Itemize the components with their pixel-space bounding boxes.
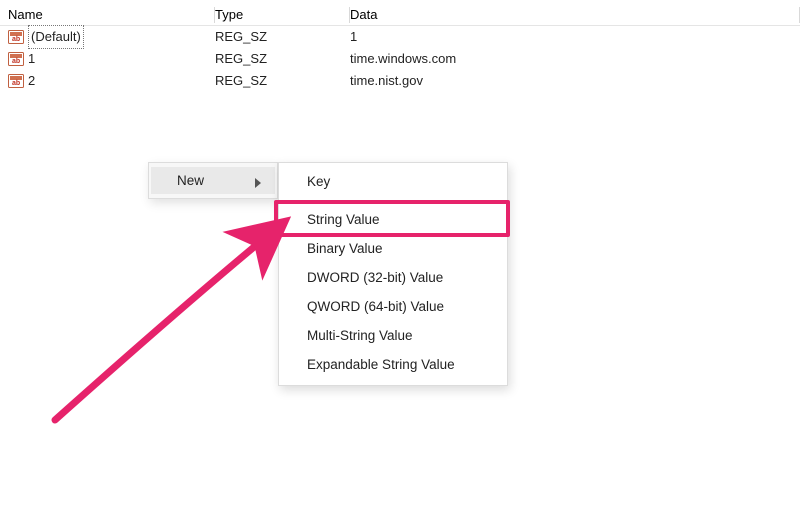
registry-value-name: 1 [28, 48, 35, 70]
submenu-item-multi-string-value[interactable]: Multi-String Value [279, 321, 507, 350]
context-menu-item-label: New [177, 173, 204, 188]
svg-text:ab: ab [12, 36, 20, 43]
registry-values-pane[interactable]: Name Type Data ab (Default)REG_SZ1 ab 1R… [0, 0, 800, 507]
registry-value-data: time.nist.gov [350, 70, 800, 92]
menu-separator [285, 200, 501, 201]
submenu-item-string-value[interactable]: String Value [279, 205, 507, 234]
registry-value-row[interactable]: ab 2 REG_SZtime.nist.gov [0, 70, 800, 92]
registry-value-row[interactable]: ab 1 REG_SZtime.windows.com [0, 48, 800, 70]
reg-string-icon: ab [8, 52, 24, 66]
context-menu[interactable]: New [148, 162, 278, 199]
registry-value-type: REG_SZ [215, 26, 350, 48]
submenu-item-label: Key [307, 174, 330, 189]
annotation-arrow [25, 195, 315, 435]
registry-value-type: REG_SZ [215, 48, 350, 70]
column-header-name[interactable]: Name [0, 4, 215, 26]
registry-value-name: 2 [28, 70, 35, 92]
registry-value-data: 1 [350, 26, 800, 48]
reg-string-icon: ab [8, 74, 24, 88]
submenu-item-label: Multi-String Value [307, 328, 413, 343]
column-headers: Name Type Data [0, 4, 800, 26]
submenu-item-qword-64-bit-value[interactable]: QWORD (64-bit) Value [279, 292, 507, 321]
submenu-item-label: Expandable String Value [307, 357, 455, 372]
column-header-data[interactable]: Data [350, 4, 800, 26]
registry-value-data: time.windows.com [350, 48, 800, 70]
column-header-type[interactable]: Type [215, 4, 350, 26]
registry-value-name: (Default) [28, 25, 84, 49]
registry-value-row[interactable]: ab (Default) REG_SZ1 [0, 26, 800, 48]
context-submenu-new[interactable]: Key String Value Binary Value DWORD (32-bit… [278, 162, 508, 386]
svg-text:ab: ab [12, 58, 20, 65]
submenu-item-label: Binary Value [307, 241, 383, 256]
chevron-right-icon [255, 176, 261, 186]
registry-value-type: REG_SZ [215, 70, 350, 92]
context-menu-group: New KeyString ValueBinary ValueDWORD (32… [148, 162, 278, 199]
submenu-item-binary-value[interactable]: Binary Value [279, 234, 507, 263]
submenu-item-expandable-string-value[interactable]: Expandable String Value [279, 350, 507, 379]
submenu-item-label: DWORD (32-bit) Value [307, 270, 443, 285]
reg-string-icon: ab [8, 30, 24, 44]
submenu-item-label: QWORD (64-bit) Value [307, 299, 444, 314]
svg-text:ab: ab [12, 80, 20, 87]
submenu-item-dword-32-bit-value[interactable]: DWORD (32-bit) Value [279, 263, 507, 292]
submenu-item-label: String Value [307, 212, 380, 227]
context-menu-item-new[interactable]: New [151, 167, 275, 194]
submenu-item-key[interactable]: Key [279, 167, 507, 196]
